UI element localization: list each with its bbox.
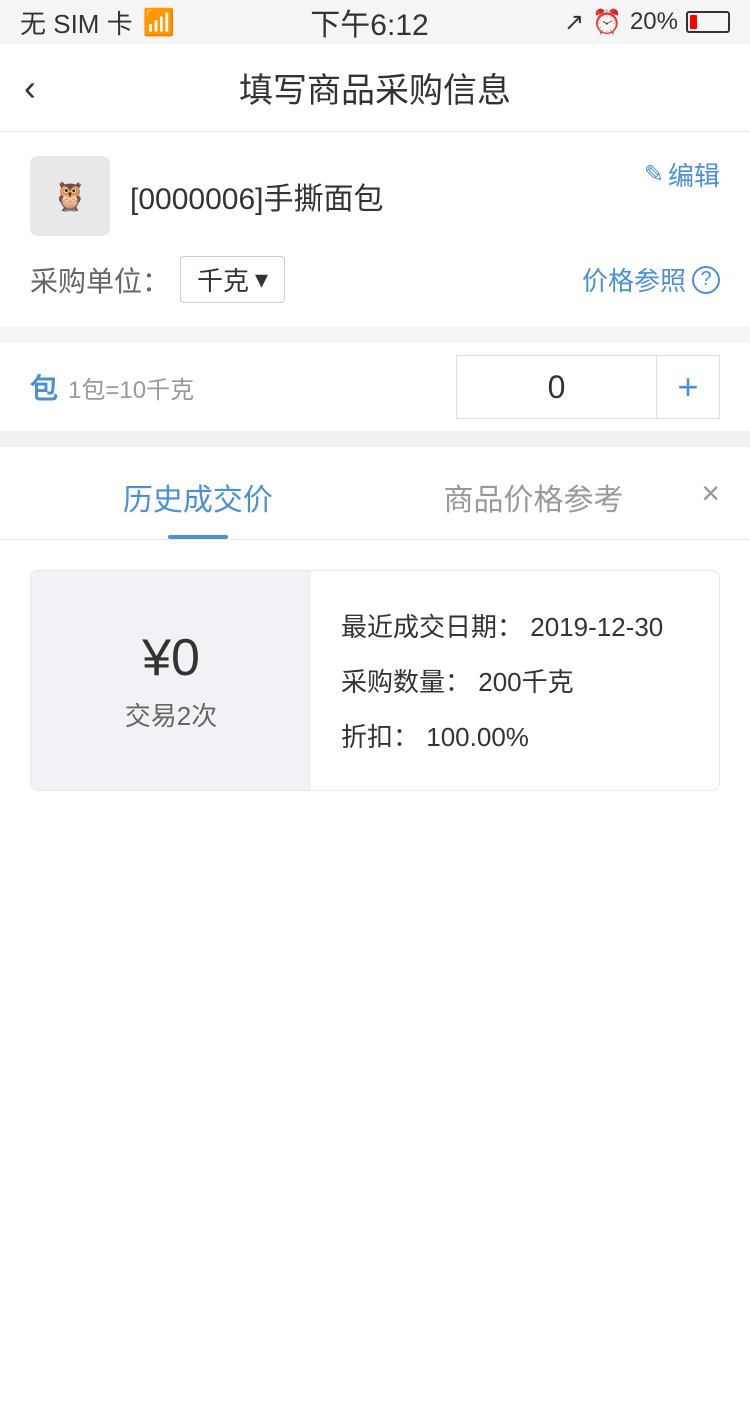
purchase-qty-label: 采购数量：: [341, 667, 471, 697]
product-icon: 🦉: [53, 180, 88, 213]
product-avatar: 🦉: [30, 156, 110, 236]
purchase-qty-row: 采购数量： 200千克: [341, 662, 689, 699]
product-section: 🦉 [0000006]手撕面包 ✎ 编辑 采购单位： 千克 ▾ 价格参照 ?: [0, 132, 750, 327]
tab-content: ¥0 交易2次 最近成交日期： 2019-12-30 采购数量： 200千克 折…: [0, 540, 750, 821]
status-time: 下午6:12: [310, 0, 428, 44]
quantity-plus-button[interactable]: +: [656, 355, 720, 419]
price-ref-label: 价格参照: [582, 261, 686, 298]
recent-date-value: 2019-12-30: [530, 612, 663, 642]
back-button[interactable]: ‹: [24, 67, 36, 109]
history-left: ¥0 交易2次: [31, 571, 311, 790]
status-left: 无 SIM 卡 📶: [20, 4, 175, 41]
tab-header: 历史成交价 商品价格参考 ×: [0, 447, 750, 540]
discount-label: 折扣：: [341, 722, 419, 752]
status-bar: 无 SIM 卡 📶 下午6:12 ↗ ⏰ 20%: [0, 0, 750, 44]
tab-product-label: 商品价格参考: [443, 484, 623, 517]
quantity-controls: +: [456, 355, 720, 419]
dropdown-icon: ▾: [255, 264, 268, 295]
quantity-unit-icon: 包: [30, 367, 58, 407]
quantity-input[interactable]: [456, 355, 656, 419]
tab-panel: 历史成交价 商品价格参考 × ¥0 交易2次 最近成交日期： 2019-12-3…: [0, 447, 750, 821]
unit-select[interactable]: 千克 ▾: [180, 256, 285, 303]
recent-date-row: 最近成交日期： 2019-12-30: [341, 607, 689, 644]
unit-label: 采购单位： 千克 ▾: [30, 256, 285, 303]
tab-history-price[interactable]: 历史成交价: [30, 447, 366, 539]
page-title: 填写商品采购信息: [239, 63, 511, 112]
location-icon: ↗: [564, 8, 584, 37]
purchase-qty-value: 200千克: [478, 667, 573, 697]
battery-percent: 20%: [630, 8, 678, 36]
tab-history-label: 历史成交价: [123, 484, 273, 517]
wifi-icon: 📶: [143, 7, 175, 38]
history-count: 交易2次: [125, 696, 217, 733]
status-right: ↗ ⏰ 20%: [564, 8, 730, 37]
unit-value: 千克: [197, 261, 249, 298]
tab-product-price[interactable]: 商品价格参考: [366, 447, 702, 539]
product-name: [0000006]手撕面包: [130, 174, 383, 218]
battery-icon: [686, 11, 730, 33]
product-header: 🦉 [0000006]手撕面包 ✎ 编辑: [30, 156, 720, 236]
product-left: 🦉 [0000006]手撕面包: [30, 156, 383, 236]
discount-row: 折扣： 100.00%: [341, 717, 689, 754]
unit-label-text: 采购单位：: [30, 260, 170, 300]
history-price: ¥0: [142, 628, 200, 688]
bottom-area: [0, 821, 750, 1421]
quantity-section: 包 1包=10千克 +: [0, 343, 750, 431]
tab-close-button[interactable]: ×: [701, 455, 720, 532]
nav-bar: ‹ 填写商品采购信息: [0, 44, 750, 132]
quantity-hint: 1包=10千克: [68, 370, 194, 405]
discount-value: 100.00%: [426, 722, 529, 752]
alarm-icon: ⏰: [592, 8, 622, 37]
product-unit-row: 采购单位： 千克 ▾ 价格参照 ?: [30, 256, 720, 303]
quantity-label: 包 1包=10千克: [30, 367, 194, 407]
price-ref-button[interactable]: 价格参照 ?: [582, 261, 720, 298]
signal-text: 无 SIM 卡: [20, 4, 133, 41]
section-divider: [0, 431, 750, 447]
edit-icon: ✎: [644, 160, 664, 189]
edit-label: 编辑: [668, 156, 720, 193]
info-icon: ?: [692, 266, 720, 294]
edit-button[interactable]: ✎ 编辑: [644, 156, 720, 193]
recent-date-label: 最近成交日期：: [341, 612, 523, 642]
history-right: 最近成交日期： 2019-12-30 采购数量： 200千克 折扣： 100.0…: [311, 571, 719, 790]
history-card: ¥0 交易2次 最近成交日期： 2019-12-30 采购数量： 200千克 折…: [30, 570, 720, 791]
